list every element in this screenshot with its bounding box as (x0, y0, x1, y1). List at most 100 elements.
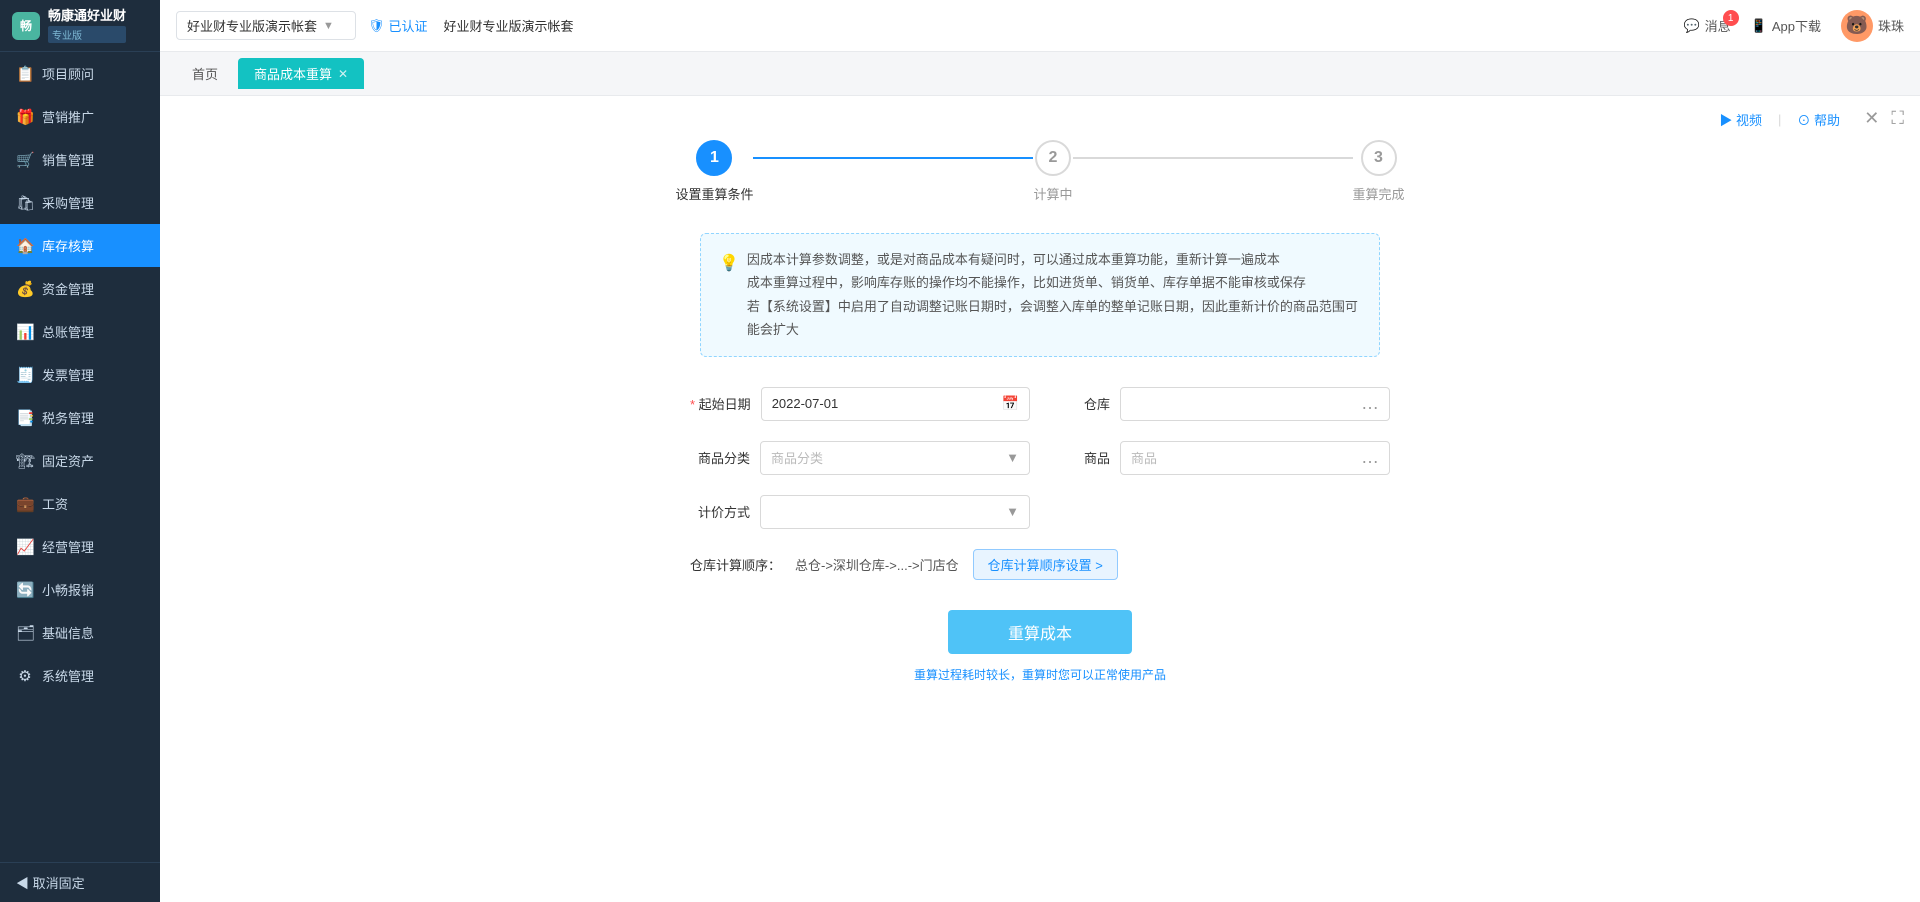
notice-line-2: 成本重算过程中，影响库存账的操作均不能操作，比如进货单、销货单、库存单据不能审核… (747, 271, 1361, 294)
price-method-group: 计价方式 ▼ (690, 495, 1030, 529)
sidebar-item-label: 采购管理 (42, 193, 94, 212)
notice-icon: 💡 (719, 250, 739, 342)
unpin-label: ◀ 取消固定 (16, 873, 85, 892)
start-date-value: 2022-07-01 (772, 396, 839, 411)
sidebar-item-payroll[interactable]: 💼 工资 (0, 482, 160, 525)
expand-window-icon[interactable]: ⛶ (1891, 108, 1904, 129)
calc-order-settings-button[interactable]: 仓库计算顺序设置 > (973, 549, 1118, 580)
verified-label: 已认证 (389, 16, 428, 35)
calendar-icon: 📅 (1002, 395, 1019, 412)
recalc-hint: 重算过程耗时较长，重算时您可以正常使用产品 (690, 666, 1390, 683)
sidebar-item-label: 总账管理 (42, 322, 94, 341)
expense-icon: 🔄 (16, 581, 34, 599)
notice-content: 因成本计算参数调整，或是对商品成本有疑问时，可以通过成本重算功能，重新计算一遍成… (747, 248, 1361, 342)
ops-icon: 📈 (16, 538, 34, 556)
sidebar-item-ops[interactable]: 📈 经营管理 (0, 525, 160, 568)
marketing-icon: 🎁 (16, 108, 34, 126)
tab-recalc-label: 商品成本重算 (254, 64, 332, 83)
account-name: 好业财专业版演示帐套 (187, 16, 317, 35)
category-select[interactable]: 商品分类 ▼ (760, 441, 1030, 475)
avatar: 🐻 (1841, 10, 1873, 42)
sidebar-item-label: 销售管理 (42, 150, 94, 169)
topbar: 好业财专业版演示帐套 ▼ 🛡 已认证 好业财专业版演示帐套 💬 消息 1 📱 A… (160, 0, 1920, 52)
sidebar-item-invoice[interactable]: 🧾 发票管理 (0, 353, 160, 396)
sales-icon: 🛒 (16, 151, 34, 169)
sidebar-item-basic[interactable]: 🗂 基础信息 (0, 611, 160, 654)
sidebar-item-label: 系统管理 (42, 666, 94, 685)
category-label: 商品分类 (690, 448, 750, 467)
step-bar: 1 设置重算条件 2 计算中 3 重算完成 (200, 120, 1880, 233)
app-download-label: App下载 (1772, 16, 1821, 35)
sidebar-header: 畅 畅康通好业财 专业版 (0, 0, 160, 52)
payroll-icon: 💼 (16, 495, 34, 513)
step-3-label: 重算完成 (1353, 184, 1405, 203)
product-label: 商品 (1050, 448, 1110, 467)
category-group: 商品分类 商品分类 ▼ (690, 441, 1030, 475)
verified-badge: 🛡 已认证 (368, 16, 428, 35)
tab-close-icon[interactable]: ✕ (338, 67, 348, 81)
app-edition: 专业版 (48, 26, 126, 43)
account-chevron-icon: ▼ (323, 20, 334, 32)
shield-icon: 🛡 (368, 18, 385, 34)
window-controls: ✕ ⛶ (1864, 108, 1904, 129)
sidebar-item-inventory[interactable]: 🏠 库存核算 (0, 224, 160, 267)
help-button[interactable]: ⊙ 帮助 (1797, 110, 1840, 129)
username-label: 珠珠 (1878, 16, 1904, 35)
form-area: 起始日期 2022-07-01 📅 仓库 … 商品分类 (690, 387, 1390, 683)
close-window-icon[interactable]: ✕ (1864, 108, 1879, 129)
notice-box: 💡 因成本计算参数调整，或是对商品成本有疑问时，可以通过成本重算功能，重新计算一… (700, 233, 1380, 357)
step-2-circle: 2 (1035, 140, 1071, 176)
tab-home[interactable]: 首页 (176, 58, 234, 89)
tabbar: 首页 商品成本重算 ✕ (160, 52, 1920, 96)
basic-icon: 🗂 (16, 624, 34, 642)
product-input[interactable]: 商品 … (1120, 441, 1390, 475)
sidebar-item-system[interactable]: ⚙ 系统管理 (0, 654, 160, 697)
user-menu[interactable]: 🐻 珠珠 (1841, 10, 1904, 42)
product-placeholder: 商品 (1131, 448, 1157, 467)
assets-icon: 🏗 (16, 452, 34, 470)
sidebar-item-label: 工资 (42, 494, 68, 513)
form-row-3: 计价方式 ▼ (690, 495, 1390, 529)
product-group: 商品 商品 … (1050, 441, 1390, 475)
form-row-1: 起始日期 2022-07-01 📅 仓库 … (690, 387, 1390, 421)
sidebar: 畅 畅康通好业财 专业版 📋 项目顾问 🎁 营销推广 🛒 销售管理 🛍 采购管理… (0, 0, 160, 902)
tax-icon: 📑 (16, 409, 34, 427)
tab-home-label: 首页 (192, 64, 218, 83)
step-2-label: 计算中 (1033, 184, 1072, 203)
app-download-button[interactable]: 📱 App下载 (1751, 16, 1821, 35)
app-logo: 畅 (12, 12, 40, 40)
warehouse-label: 仓库 (1050, 394, 1110, 413)
sidebar-item-expense[interactable]: 🔄 小畅报销 (0, 568, 160, 611)
project-icon: 📋 (16, 65, 34, 83)
sidebar-item-accounting[interactable]: 📊 总账管理 (0, 310, 160, 353)
warehouse-more-icon: … (1361, 393, 1379, 414)
video-help-button[interactable]: ▶ 视频 (1719, 110, 1762, 129)
price-method-select[interactable]: ▼ (760, 495, 1030, 529)
company-name: 好业财专业版演示帐套 (444, 16, 574, 35)
sidebar-item-assets[interactable]: 🏗 固定资产 (0, 439, 160, 482)
sidebar-item-project[interactable]: 📋 项目顾问 (0, 52, 160, 95)
sidebar-item-label: 固定资产 (42, 451, 94, 470)
account-selector[interactable]: 好业财专业版演示帐套 ▼ (176, 11, 356, 40)
notice-line-1: 因成本计算参数调整，或是对商品成本有疑问时，可以通过成本重算功能，重新计算一遍成… (747, 248, 1361, 271)
finance-icon: 💰 (16, 280, 34, 298)
form-row-2: 商品分类 商品分类 ▼ 商品 商品 … (690, 441, 1390, 475)
sidebar-unpin-button[interactable]: ◀ 取消固定 (0, 862, 160, 902)
product-more-icon: … (1361, 447, 1379, 468)
message-button[interactable]: 💬 消息 1 (1683, 16, 1730, 35)
recalc-button[interactable]: 重算成本 (948, 610, 1132, 654)
tab-recalc[interactable]: 商品成本重算 ✕ (238, 58, 364, 89)
notice-line-3: 若【系统设置】中启用了自动调整记账日期时，会调整入库单的整单记账日期，因此重新计… (747, 295, 1361, 342)
warehouse-input[interactable]: … (1120, 387, 1390, 421)
sidebar-item-label: 库存核算 (42, 236, 94, 255)
step-line-2 (1073, 157, 1353, 159)
notice-row: 💡 因成本计算参数调整，或是对商品成本有疑问时，可以通过成本重算功能，重新计算一… (719, 248, 1361, 342)
sidebar-item-finance[interactable]: 💰 资金管理 (0, 267, 160, 310)
sidebar-item-purchase[interactable]: 🛍 采购管理 (0, 181, 160, 224)
sidebar-item-marketing[interactable]: 🎁 营销推广 (0, 95, 160, 138)
start-date-input[interactable]: 2022-07-01 📅 (761, 387, 1030, 421)
step-3: 3 重算完成 (1353, 140, 1405, 203)
sidebar-item-sales[interactable]: 🛒 销售管理 (0, 138, 160, 181)
sidebar-item-tax[interactable]: 📑 税务管理 (0, 396, 160, 439)
topbar-right: 💬 消息 1 📱 App下载 🐻 珠珠 (1683, 10, 1904, 42)
